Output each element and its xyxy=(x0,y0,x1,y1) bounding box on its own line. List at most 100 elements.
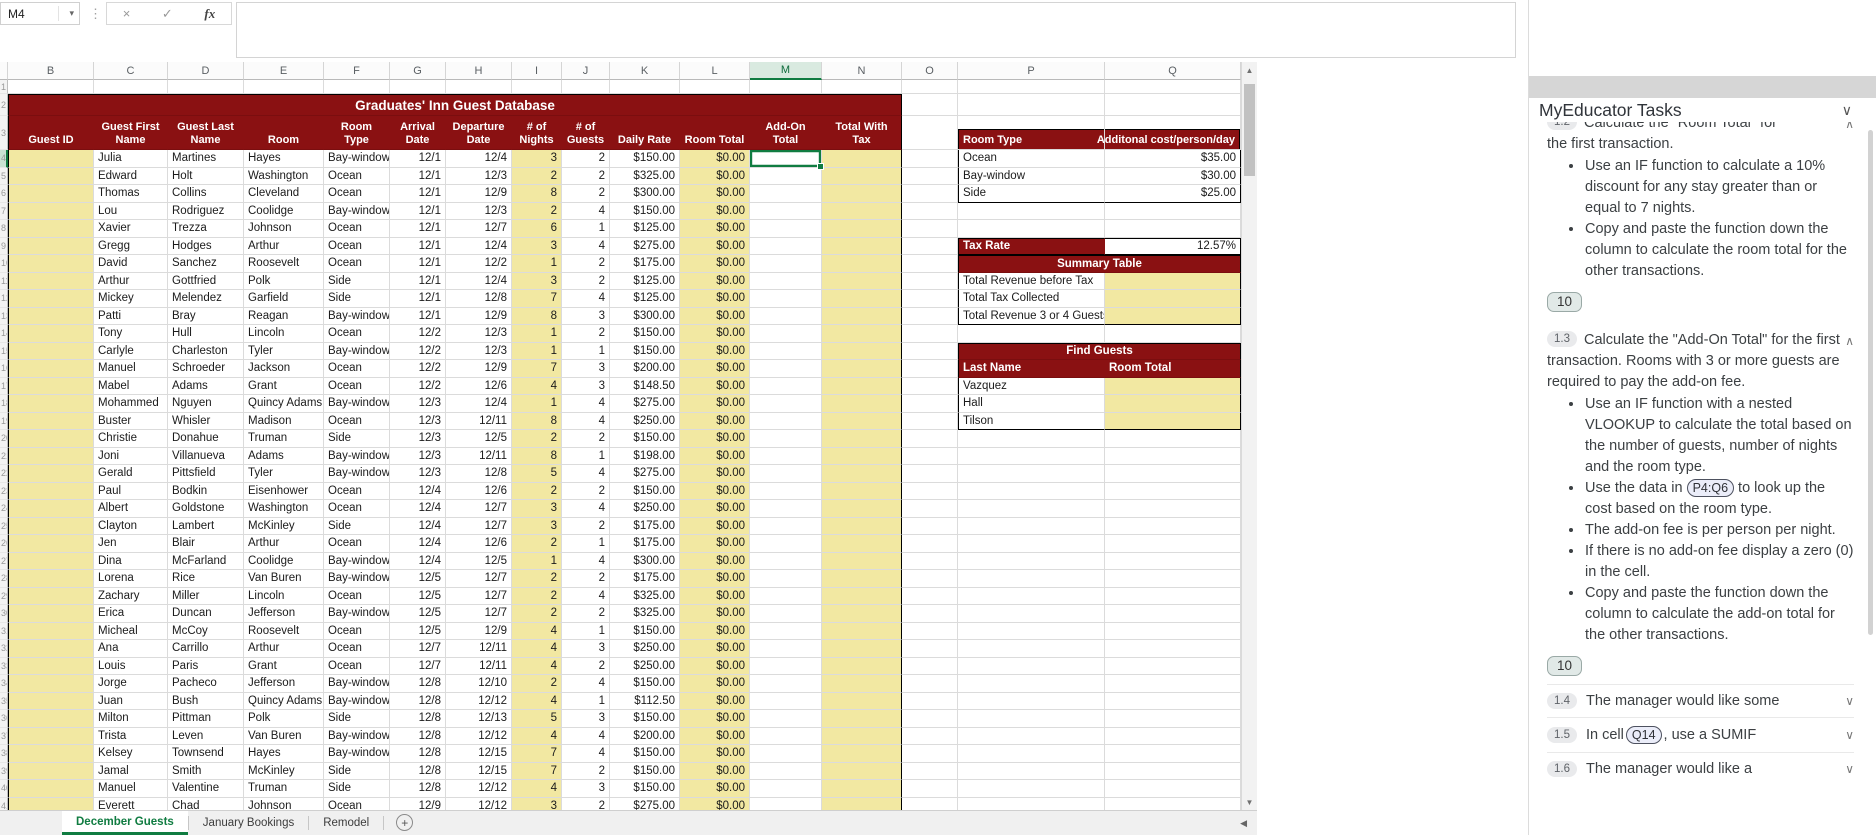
cell-L6[interactable]: $0.00 xyxy=(680,185,750,203)
cell-I26[interactable]: 2 xyxy=(512,535,562,553)
chevron-down-icon[interactable]: ∨ xyxy=(1839,762,1854,776)
cell-L24[interactable]: $0.00 xyxy=(680,500,750,518)
cell-G28[interactable]: 12/5 xyxy=(390,570,446,588)
cell-J21[interactable]: 1 xyxy=(562,447,610,465)
cell-reference-pill[interactable]: Q14 xyxy=(1625,726,1662,744)
cell-E19[interactable]: Madison xyxy=(244,412,324,430)
row-header-39[interactable]: 39 xyxy=(0,762,8,780)
cell-M11[interactable] xyxy=(750,272,822,290)
cell-J38[interactable]: 4 xyxy=(562,745,610,763)
cancel-icon[interactable]: × xyxy=(123,6,131,21)
cell-K36[interactable]: $150.00 xyxy=(610,710,680,728)
cell-F18[interactable]: Bay-window xyxy=(324,395,390,413)
cell-O21[interactable] xyxy=(902,447,958,465)
cell-I17[interactable]: 4 xyxy=(512,377,562,395)
cell-B39[interactable] xyxy=(8,762,94,780)
cell-Q25[interactable] xyxy=(1105,517,1241,535)
cell-L33[interactable]: $0.00 xyxy=(680,657,750,675)
cell-N9[interactable] xyxy=(822,237,902,255)
cell-N21[interactable] xyxy=(822,447,902,465)
cell-B9[interactable] xyxy=(8,237,94,255)
cell-N33[interactable] xyxy=(822,657,902,675)
cell-E7[interactable]: Coolidge xyxy=(244,202,324,220)
cell-F33[interactable]: Ocean xyxy=(324,657,390,675)
cell-D19[interactable]: Whisler xyxy=(168,412,244,430)
cell-D22[interactable]: Pittsfield xyxy=(168,465,244,483)
cell-D24[interactable]: Goldstone xyxy=(168,500,244,518)
cell-Q18[interactable] xyxy=(1105,395,1241,413)
cell-O7[interactable] xyxy=(902,202,958,220)
cell-D41[interactable]: Chad xyxy=(168,797,244,810)
cell-L40[interactable]: $0.00 xyxy=(680,780,750,798)
cell-K28[interactable]: $175.00 xyxy=(610,570,680,588)
cell-K14[interactable]: $150.00 xyxy=(610,325,680,343)
cell-G1[interactable] xyxy=(390,80,446,94)
cell-F14[interactable]: Ocean xyxy=(324,325,390,343)
cell-C18[interactable]: Mohammed xyxy=(94,395,168,413)
cell-J7[interactable]: 4 xyxy=(562,202,610,220)
cell-C20[interactable]: Christie xyxy=(94,430,168,448)
cell-F9[interactable]: Ocean xyxy=(324,237,390,255)
cell-L25[interactable]: $0.00 xyxy=(680,517,750,535)
cell-L28[interactable]: $0.00 xyxy=(680,570,750,588)
cell-I20[interactable]: 2 xyxy=(512,430,562,448)
cell-F27[interactable]: Bay-window xyxy=(324,552,390,570)
cell-E6[interactable]: Cleveland xyxy=(244,185,324,203)
cell-P24[interactable] xyxy=(958,500,1105,518)
cell-B27[interactable] xyxy=(8,552,94,570)
cell-C28[interactable]: Lorena xyxy=(94,570,168,588)
cell-N35[interactable] xyxy=(822,692,902,710)
sheet-tab-january-bookings[interactable]: January Bookings xyxy=(189,811,308,835)
cell-P25[interactable] xyxy=(958,517,1105,535)
cell-D17[interactable]: Adams xyxy=(168,377,244,395)
cell-I40[interactable]: 4 xyxy=(512,780,562,798)
cell-N8[interactable] xyxy=(822,220,902,238)
cell-G35[interactable]: 12/8 xyxy=(390,692,446,710)
cell-L31[interactable]: $0.00 xyxy=(680,622,750,640)
cell-Q26[interactable] xyxy=(1105,535,1241,553)
cell-N11[interactable] xyxy=(822,272,902,290)
cell-E9[interactable]: Arthur xyxy=(244,237,324,255)
cell-B20[interactable] xyxy=(8,430,94,448)
cell-H22[interactable]: 12/8 xyxy=(446,465,512,483)
cell-D13[interactable]: Bray xyxy=(168,307,244,325)
column-header-L[interactable]: L xyxy=(680,62,750,80)
cell-M6[interactable] xyxy=(750,185,822,203)
cell-F22[interactable]: Bay-window xyxy=(324,465,390,483)
cell-M14[interactable] xyxy=(750,325,822,343)
cell-I24[interactable]: 3 xyxy=(512,500,562,518)
cell-J22[interactable]: 4 xyxy=(562,465,610,483)
cell-O17[interactable] xyxy=(902,377,958,395)
cell-L23[interactable]: $0.00 xyxy=(680,482,750,500)
cell-L34[interactable]: $0.00 xyxy=(680,675,750,693)
cell-L5[interactable]: $0.00 xyxy=(680,167,750,185)
column-header-P[interactable]: P xyxy=(958,62,1105,80)
cell-J14[interactable]: 2 xyxy=(562,325,610,343)
cell-F7[interactable]: Bay-window xyxy=(324,202,390,220)
cell-C1[interactable] xyxy=(94,80,168,94)
cell-C12[interactable]: Mickey xyxy=(94,290,168,308)
cell-D37[interactable]: Leven xyxy=(168,727,244,745)
cell-G14[interactable]: 12/2 xyxy=(390,325,446,343)
cell-E41[interactable]: Johnson xyxy=(244,797,324,810)
cell-K40[interactable]: $150.00 xyxy=(610,780,680,798)
cell-G21[interactable]: 12/3 xyxy=(390,447,446,465)
cell-L41[interactable]: $0.00 xyxy=(680,797,750,810)
cell-I4[interactable]: 3 xyxy=(512,150,562,168)
cell-D4[interactable]: Martines xyxy=(168,150,244,168)
cell-N16[interactable] xyxy=(822,360,902,378)
cell-C22[interactable]: Gerald xyxy=(94,465,168,483)
cell-D35[interactable]: Bush xyxy=(168,692,244,710)
cell-M35[interactable] xyxy=(750,692,822,710)
cell-O16[interactable] xyxy=(902,360,958,378)
cell-O5[interactable] xyxy=(902,167,958,185)
cell-F5[interactable]: Ocean xyxy=(324,167,390,185)
cell-E5[interactable]: Washington xyxy=(244,167,324,185)
row-header-17[interactable]: 17 xyxy=(0,377,8,395)
cell-O40[interactable] xyxy=(902,780,958,798)
cell-B7[interactable] xyxy=(8,202,94,220)
cell-O38[interactable] xyxy=(902,745,958,763)
cell-C35[interactable]: Juan xyxy=(94,692,168,710)
cell-O34[interactable] xyxy=(902,675,958,693)
row-header-31[interactable]: 31 xyxy=(0,622,8,640)
